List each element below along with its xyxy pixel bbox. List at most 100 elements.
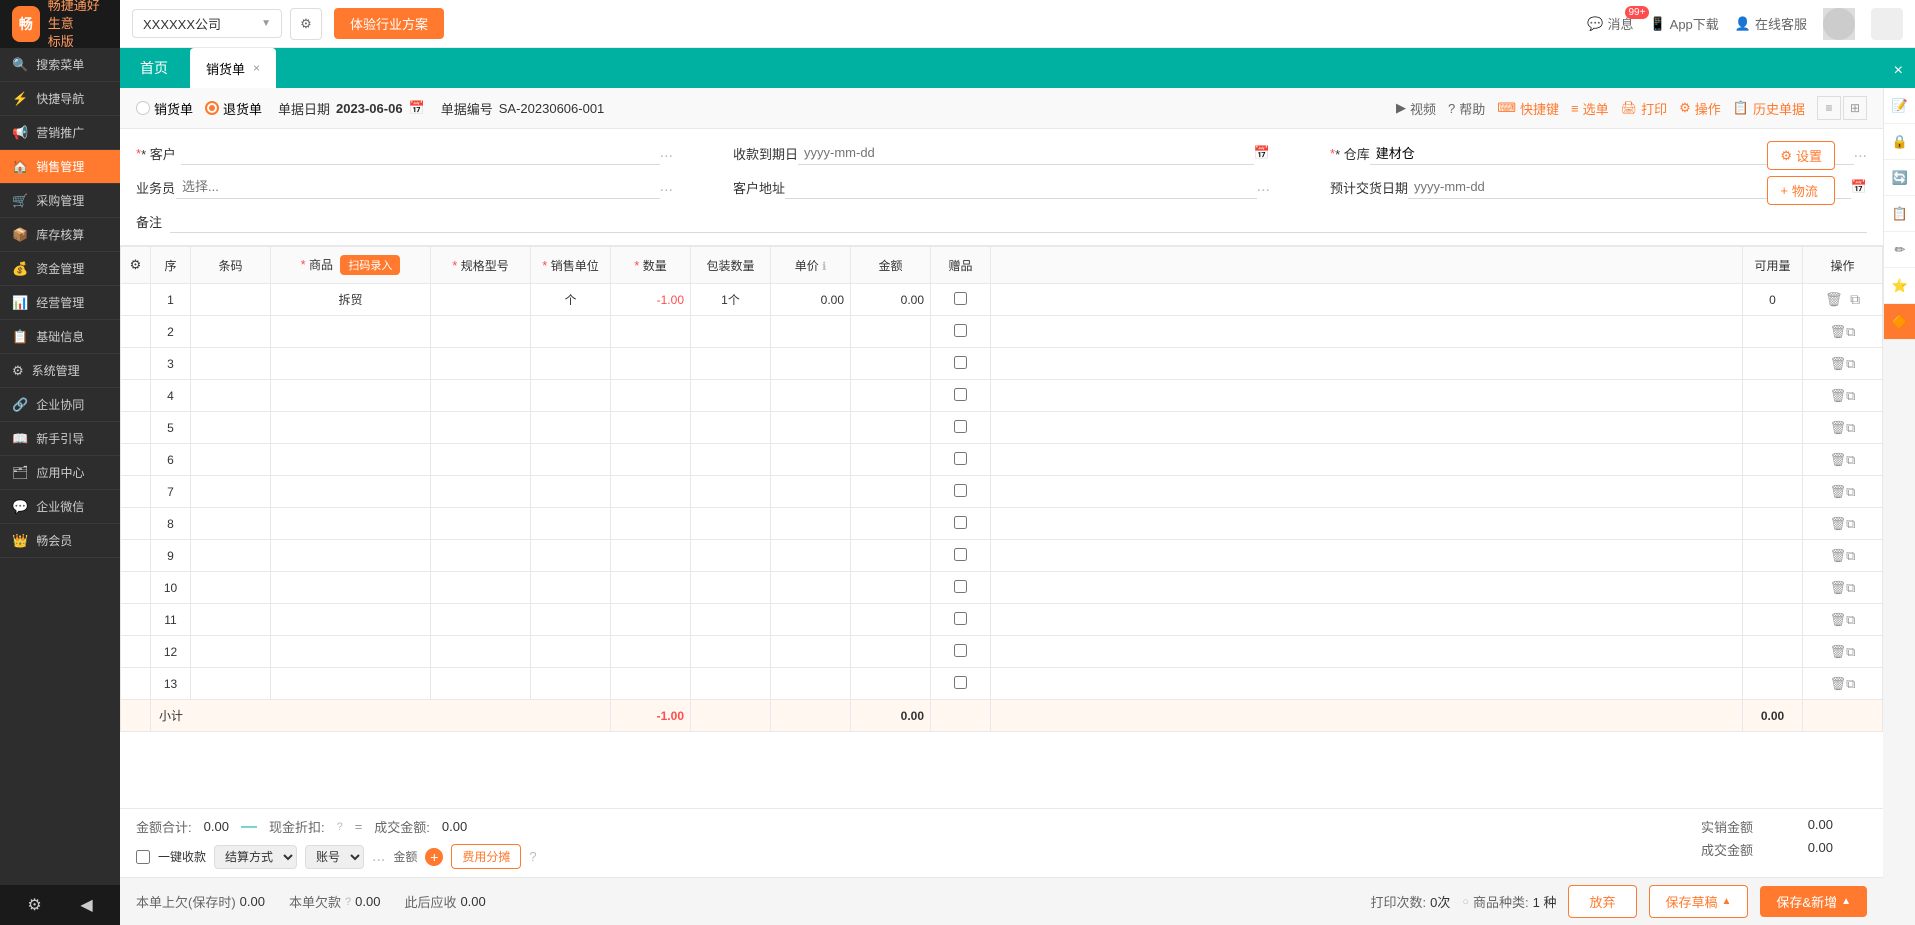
sidebar-item-basic[interactable]: 📋 基础信息 (0, 320, 120, 354)
delete-icon-12[interactable]: 🗑 (1830, 644, 1847, 659)
sidebar-item-wechat[interactable]: 💬 企业微信 (0, 490, 120, 524)
sidebar-item-finance[interactable]: 💰 资金管理 (0, 252, 120, 286)
gift-checkbox-11[interactable] (954, 612, 967, 625)
copy-icon-3[interactable]: ⧉ (1846, 356, 1855, 371)
delete-icon-7[interactable]: 🗑 (1830, 484, 1847, 499)
col-config-header[interactable]: ⚙ (121, 247, 151, 284)
delete-icon-4[interactable]: 🗑 (1830, 388, 1847, 403)
delete-icon-9[interactable]: 🗑 (1830, 548, 1847, 563)
right-sidebar-btn-5[interactable]: ✏ (1884, 232, 1915, 268)
copy-icon-2[interactable]: ⧉ (1846, 324, 1855, 339)
print-button[interactable]: 🖨 打印 (1621, 99, 1668, 118)
copy-icon-10[interactable]: ⧉ (1846, 580, 1855, 595)
app-download-button[interactable]: 📱 App下载 (1649, 14, 1718, 33)
tab-bar-close-icon[interactable]: × (1894, 62, 1903, 88)
gift-checkbox-7[interactable] (954, 484, 967, 497)
gift-checkbox-3[interactable] (954, 356, 967, 369)
gift-checkbox-1[interactable] (954, 292, 967, 305)
scan-button[interactable]: 扫码录入 (340, 255, 400, 275)
expense-split-button[interactable]: 费用分摊 (451, 844, 521, 869)
copy-icon-13[interactable]: ⧉ (1846, 676, 1855, 691)
list-view-btn-2[interactable]: ⊞ (1843, 96, 1867, 120)
sidebar-item-quick-nav[interactable]: ⚡ 快捷导航 (0, 82, 120, 116)
settings-gear-button[interactable]: ⚙ (290, 8, 322, 40)
sidebar-collapse-icon[interactable]: ◀ (80, 895, 92, 915)
sidebar-item-sales[interactable]: 🏠 销售管理 (0, 150, 120, 184)
save-draft-button[interactable]: 保存草稿 ▲ (1649, 885, 1749, 918)
delete-icon-1[interactable]: 🗑 (1825, 291, 1843, 307)
gift-checkbox-12[interactable] (954, 644, 967, 657)
copy-icon-5[interactable]: ⧉ (1846, 420, 1855, 435)
delete-icon-13[interactable]: 🗑 (1830, 676, 1847, 691)
gift-checkbox-10[interactable] (954, 580, 967, 593)
minus-icon[interactable]: — (241, 818, 257, 836)
copy-icon-11[interactable]: ⧉ (1846, 612, 1855, 627)
expense-help-icon[interactable]: ? (529, 849, 536, 864)
copy-icon-9[interactable]: ⧉ (1846, 548, 1855, 563)
customer-input[interactable] (181, 141, 660, 165)
gift-checkbox-6[interactable] (954, 452, 967, 465)
address-dots-icon[interactable]: ... (1257, 178, 1270, 196)
gift-checkbox-8[interactable] (954, 516, 967, 529)
radio-return-order[interactable]: 退货单 (205, 99, 262, 118)
sidebar-item-enterprise[interactable]: 🔗 企业协同 (0, 388, 120, 422)
notes-input[interactable] (170, 209, 1867, 233)
row-spec-1[interactable] (431, 284, 531, 316)
tab-home[interactable]: 首页 (120, 48, 188, 88)
user-menu-button[interactable] (1871, 8, 1903, 40)
online-service-button[interactable]: 👤 在线客服 (1735, 14, 1807, 33)
salesman-input[interactable] (176, 175, 660, 199)
account-select[interactable]: 账号 (305, 845, 364, 869)
copy-icon-12[interactable]: ⧉ (1846, 644, 1855, 659)
list-view-btn-1[interactable]: ≡ (1817, 96, 1841, 120)
settlement-method-select[interactable]: 结算方式 (214, 845, 297, 869)
row-gift-1[interactable] (931, 284, 991, 316)
delete-icon-2[interactable]: 🗑 (1830, 324, 1847, 339)
sidebar-item-marketing[interactable]: 📢 营销推广 (0, 116, 120, 150)
right-sidebar-btn-4[interactable]: 📋 (1884, 196, 1915, 232)
right-sidebar-btn-7[interactable]: 🔶 (1884, 304, 1915, 340)
row-remark-1[interactable] (991, 284, 1743, 316)
sidebar-item-guide[interactable]: 📖 新手引导 (0, 422, 120, 456)
copy-icon-6[interactable]: ⧉ (1846, 452, 1855, 467)
copy-icon-1[interactable]: ⧉ (1850, 291, 1860, 307)
delete-icon-11[interactable]: 🗑 (1830, 612, 1847, 627)
right-sidebar-btn-2[interactable]: 🔒 (1884, 124, 1915, 160)
right-sidebar-btn-6[interactable]: ⭐ (1884, 268, 1915, 304)
cash-discount-info-icon[interactable]: ? (337, 821, 343, 833)
copy-icon-4[interactable]: ⧉ (1846, 388, 1855, 403)
salesman-dots-icon[interactable]: ... (660, 178, 673, 196)
delete-icon-10[interactable]: 🗑 (1830, 580, 1847, 595)
help-button[interactable]: ? 帮助 (1448, 99, 1485, 118)
payment-due-input[interactable] (798, 141, 1254, 165)
right-sidebar-btn-1[interactable]: 📝 (1884, 88, 1915, 124)
gift-checkbox-9[interactable] (954, 548, 967, 561)
tab-sales-order[interactable]: 销货单 × (190, 48, 276, 88)
flow-button[interactable]: + 物流 (1767, 176, 1835, 205)
copy-icon-7[interactable]: ⧉ (1846, 484, 1855, 499)
tab-close-icon[interactable]: × (253, 61, 260, 75)
barcode-input-1[interactable] (197, 293, 264, 307)
radio-sales-order[interactable]: 销货单 (136, 99, 193, 118)
payment-due-calendar-icon[interactable]: 📅 (1254, 145, 1270, 161)
calendar-icon[interactable]: 📅 (409, 100, 425, 116)
sidebar-item-purchase[interactable]: 🛒 采购管理 (0, 184, 120, 218)
delete-icon-6[interactable]: 🗑 (1830, 452, 1847, 467)
warehouse-dots-icon[interactable]: ... (1854, 144, 1867, 162)
company-selector[interactable]: XXXXXX公司 ▼ (132, 9, 282, 38)
copy-icon-8[interactable]: ⧉ (1846, 516, 1855, 531)
gift-checkbox-4[interactable] (954, 388, 967, 401)
sidebar-item-member[interactable]: 👑 畅会员 (0, 524, 120, 558)
delete-icon-8[interactable]: 🗑 (1830, 516, 1847, 531)
payment-dots-icon[interactable]: ... (372, 848, 385, 866)
select-button[interactable]: ≡ 选单 (1571, 99, 1609, 118)
customer-address-input[interactable] (785, 175, 1257, 199)
delete-icon-5[interactable]: 🗑 (1830, 420, 1847, 435)
sidebar-item-search[interactable]: 🔍 搜索菜单 (0, 48, 120, 82)
one-click-payment-checkbox[interactable] (136, 850, 150, 864)
row-barcode-1[interactable] (191, 284, 271, 316)
add-payment-button[interactable]: + (425, 848, 443, 866)
delete-icon-3[interactable]: 🗑 (1830, 356, 1847, 371)
sidebar-item-operations[interactable]: 📊 经营管理 (0, 286, 120, 320)
discard-button[interactable]: 放弃 (1568, 885, 1636, 918)
